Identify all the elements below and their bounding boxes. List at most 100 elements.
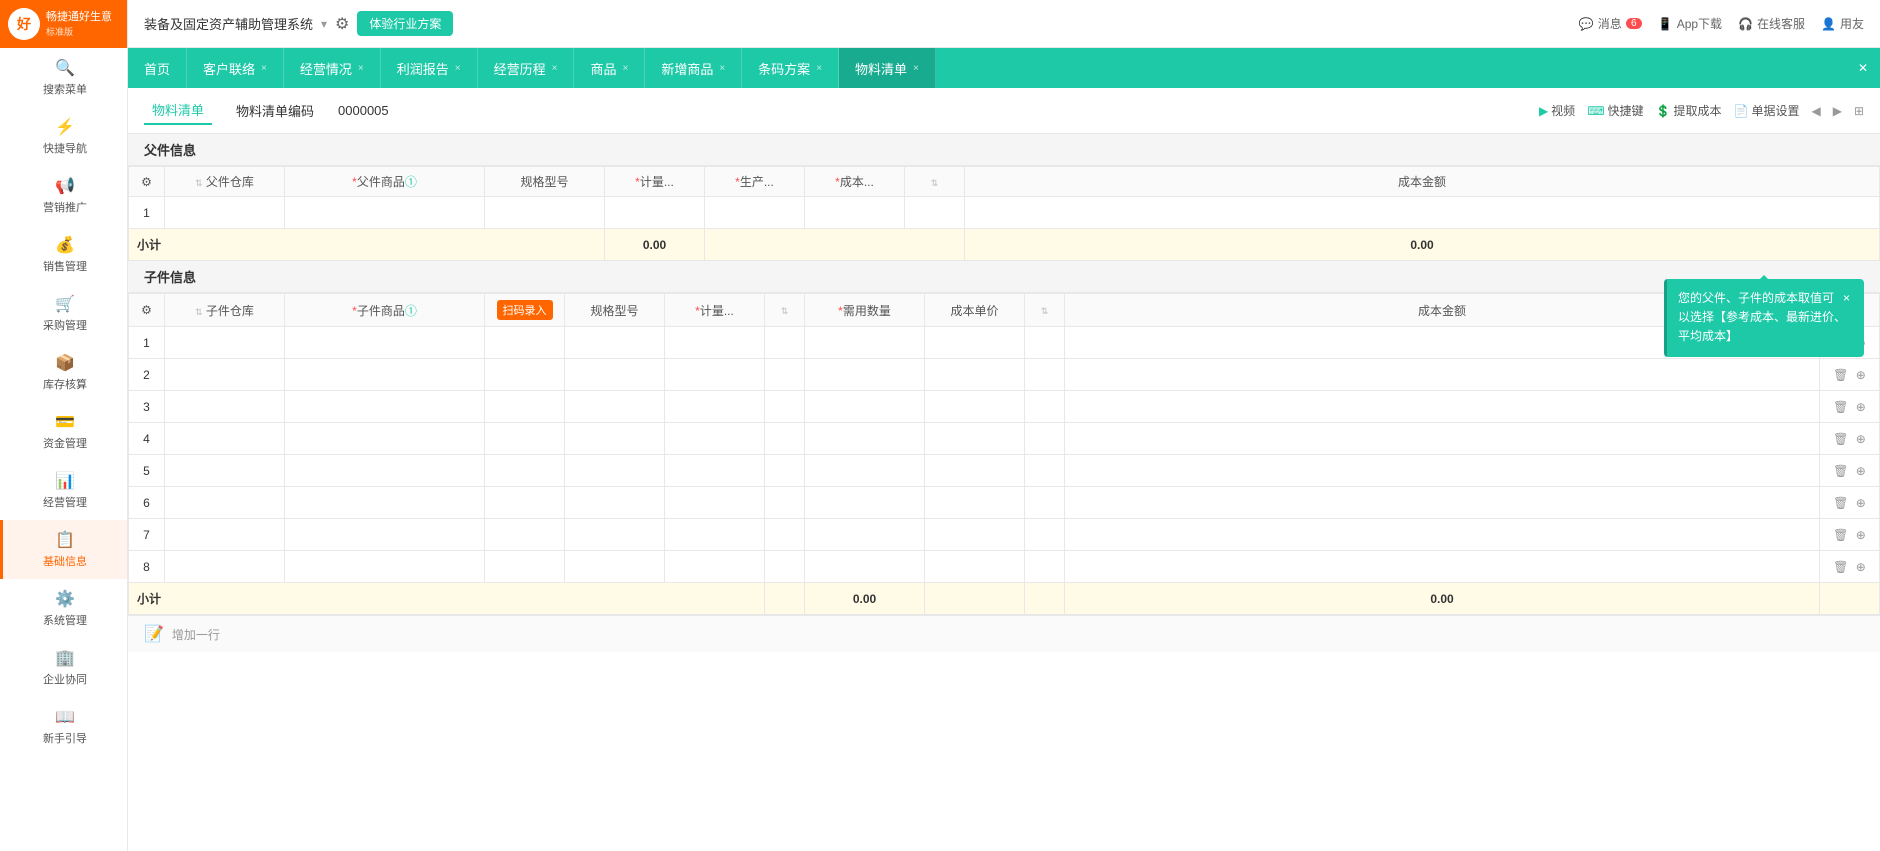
tab-operations-close[interactable]: × (358, 63, 364, 74)
tab-operations[interactable]: 经营情况 × (284, 48, 381, 88)
child-cell-action-5[interactable]: 🗑 ⊕ (1820, 455, 1880, 487)
child-col-settings[interactable]: ⚙ (129, 294, 165, 327)
child-cell-action-6[interactable]: 🗑 ⊕ (1820, 487, 1880, 519)
delete-icon-7[interactable]: 🗑 (1833, 528, 1848, 542)
tab-goods-close[interactable]: × (622, 63, 628, 74)
close-all-tabs[interactable]: ✕ (1846, 61, 1880, 75)
child-cell-product-4[interactable] (285, 423, 485, 455)
sidebar-item-quick-nav[interactable]: ⚡ 快捷导航 (0, 107, 127, 166)
copy-icon-3[interactable]: ⊕ (1856, 400, 1866, 414)
sidebar-item-basic-info[interactable]: 📋 基础信息 (0, 520, 127, 579)
child-cell-action-2[interactable]: 🗑 ⊕ (1820, 359, 1880, 391)
subtab-bom-code[interactable]: 物料清单编码 (228, 97, 322, 124)
user-button[interactable]: 👤 用友 (1821, 15, 1864, 32)
child-cell-warehouse-7[interactable] (165, 519, 285, 551)
sidebar-item-marketing[interactable]: 📢 营销推广 (0, 166, 127, 225)
copy-icon-4[interactable]: ⊕ (1856, 432, 1866, 446)
child-cell-product-7[interactable] (285, 519, 485, 551)
child-cell-action-4[interactable]: 🗑 ⊕ (1820, 423, 1880, 455)
page-nav-next[interactable]: ▶ (1833, 104, 1842, 118)
child-cell-warehouse-8[interactable] (165, 551, 285, 583)
child-cell-unit-3[interactable] (665, 391, 765, 423)
child-cell-unit-6[interactable] (665, 487, 765, 519)
sidebar-item-inventory[interactable]: 📦 库存核算 (0, 343, 127, 402)
grid-view-icon[interactable]: ⊞ (1854, 104, 1864, 118)
copy-icon-2[interactable]: ⊕ (1856, 368, 1866, 382)
child-cell-spec-1[interactable] (565, 327, 665, 359)
child-cell-spec-8[interactable] (565, 551, 665, 583)
sidebar-item-search[interactable]: 🔍 搜索菜单 (0, 48, 127, 107)
child-cell-spec-3[interactable] (565, 391, 665, 423)
child-cell-unit-cost-4[interactable] (925, 423, 1025, 455)
parent-col-settings[interactable]: ⚙ (129, 167, 165, 197)
child-cell-product-1[interactable] (285, 327, 485, 359)
online-service-button[interactable]: 🎧 在线客服 (1738, 15, 1805, 32)
child-cell-qty-2[interactable] (805, 359, 925, 391)
child-cell-action-7[interactable]: 🗑 ⊕ (1820, 519, 1880, 551)
tab-bom[interactable]: 物料清单 × (839, 48, 936, 88)
tab-customer-close[interactable]: × (261, 63, 267, 74)
view-video-button[interactable]: ▶ 视频 (1539, 102, 1575, 119)
child-cell-unit-cost-3[interactable] (925, 391, 1025, 423)
child-cell-qty-3[interactable] (805, 391, 925, 423)
copy-icon-7[interactable]: ⊕ (1856, 528, 1866, 542)
child-cell-product-5[interactable] (285, 455, 485, 487)
child-cell-unit-4[interactable] (665, 423, 765, 455)
add-row-label[interactable]: 增加一行 (172, 626, 220, 643)
sidebar-item-enterprise[interactable]: 🏢 企业协同 (0, 638, 127, 697)
child-cell-unit-cost-7[interactable] (925, 519, 1025, 551)
child-cell-unit-cost-8[interactable] (925, 551, 1025, 583)
copy-icon-5[interactable]: ⊕ (1856, 464, 1866, 478)
child-cell-product-6[interactable] (285, 487, 485, 519)
child-cell-unit-cost-2[interactable] (925, 359, 1025, 391)
dropdown-arrow-icon[interactable]: ▾ (321, 17, 327, 31)
child-cell-action-3[interactable]: 🗑 ⊕ (1820, 391, 1880, 423)
parent-cell-spec[interactable] (485, 197, 605, 229)
tab-new-goods-close[interactable]: × (719, 63, 725, 74)
child-cell-unit-7[interactable] (665, 519, 765, 551)
subtab-bom-list[interactable]: 物料清单 (144, 96, 212, 125)
child-cell-warehouse-5[interactable] (165, 455, 285, 487)
tab-barcode-close[interactable]: × (816, 63, 822, 74)
delete-icon-6[interactable]: 🗑 (1833, 496, 1848, 510)
child-cell-unit-2[interactable] (665, 359, 765, 391)
tab-profit[interactable]: 利润报告 × (381, 48, 478, 88)
sidebar-item-sales[interactable]: 💰 销售管理 (0, 225, 127, 284)
delete-icon-3[interactable]: 🗑 (1833, 400, 1848, 414)
child-cell-unit-5[interactable] (665, 455, 765, 487)
tab-history[interactable]: 经营历程 × (478, 48, 575, 88)
child-cell-unit-cost-6[interactable] (925, 487, 1025, 519)
messages-button[interactable]: 💬 消息 6 (1579, 15, 1642, 32)
child-cell-product-2[interactable] (285, 359, 485, 391)
sidebar-item-operations[interactable]: 📊 经营管理 (0, 461, 127, 520)
sidebar-item-purchase[interactable]: 🛒 采购管理 (0, 284, 127, 343)
shortcut-button[interactable]: ⌨ 快捷键 (1587, 102, 1643, 119)
delete-icon-4[interactable]: 🗑 (1833, 432, 1848, 446)
child-cell-warehouse-4[interactable] (165, 423, 285, 455)
sidebar-item-system[interactable]: ⚙️ 系统管理 (0, 579, 127, 638)
trial-button[interactable]: 体验行业方案 (357, 11, 453, 36)
copy-icon-8[interactable]: ⊕ (1856, 560, 1866, 574)
sidebar-item-guide[interactable]: 📖 新手引导 (0, 697, 127, 756)
bill-settings-button[interactable]: 📄 单据设置 (1734, 102, 1800, 119)
child-cell-spec-2[interactable] (565, 359, 665, 391)
child-cell-warehouse-6[interactable] (165, 487, 285, 519)
parent-cell-cost[interactable] (805, 197, 905, 229)
copy-icon-6[interactable]: ⊕ (1856, 496, 1866, 510)
tab-history-close[interactable]: × (552, 63, 558, 74)
child-cell-warehouse-3[interactable] (165, 391, 285, 423)
sidebar-item-finance[interactable]: 💳 资金管理 (0, 402, 127, 461)
child-cell-unit-cost-5[interactable] (925, 455, 1025, 487)
child-cell-action-8[interactable]: 🗑 ⊕ (1820, 551, 1880, 583)
tab-home[interactable]: 首页 (128, 48, 187, 88)
settings-icon[interactable]: ⚙ (335, 14, 349, 34)
child-cell-unit-cost-1[interactable] (925, 327, 1025, 359)
parent-cell-production[interactable] (705, 197, 805, 229)
parent-cell-unit[interactable] (605, 197, 705, 229)
page-nav-prev[interactable]: ◀ (1811, 104, 1820, 118)
tooltip-close-button[interactable]: × (1843, 289, 1850, 308)
delete-icon-5[interactable]: 🗑 (1833, 464, 1848, 478)
app-download-button[interactable]: 📱 App下载 (1658, 15, 1722, 32)
child-cell-spec-7[interactable] (565, 519, 665, 551)
child-cell-spec-6[interactable] (565, 487, 665, 519)
